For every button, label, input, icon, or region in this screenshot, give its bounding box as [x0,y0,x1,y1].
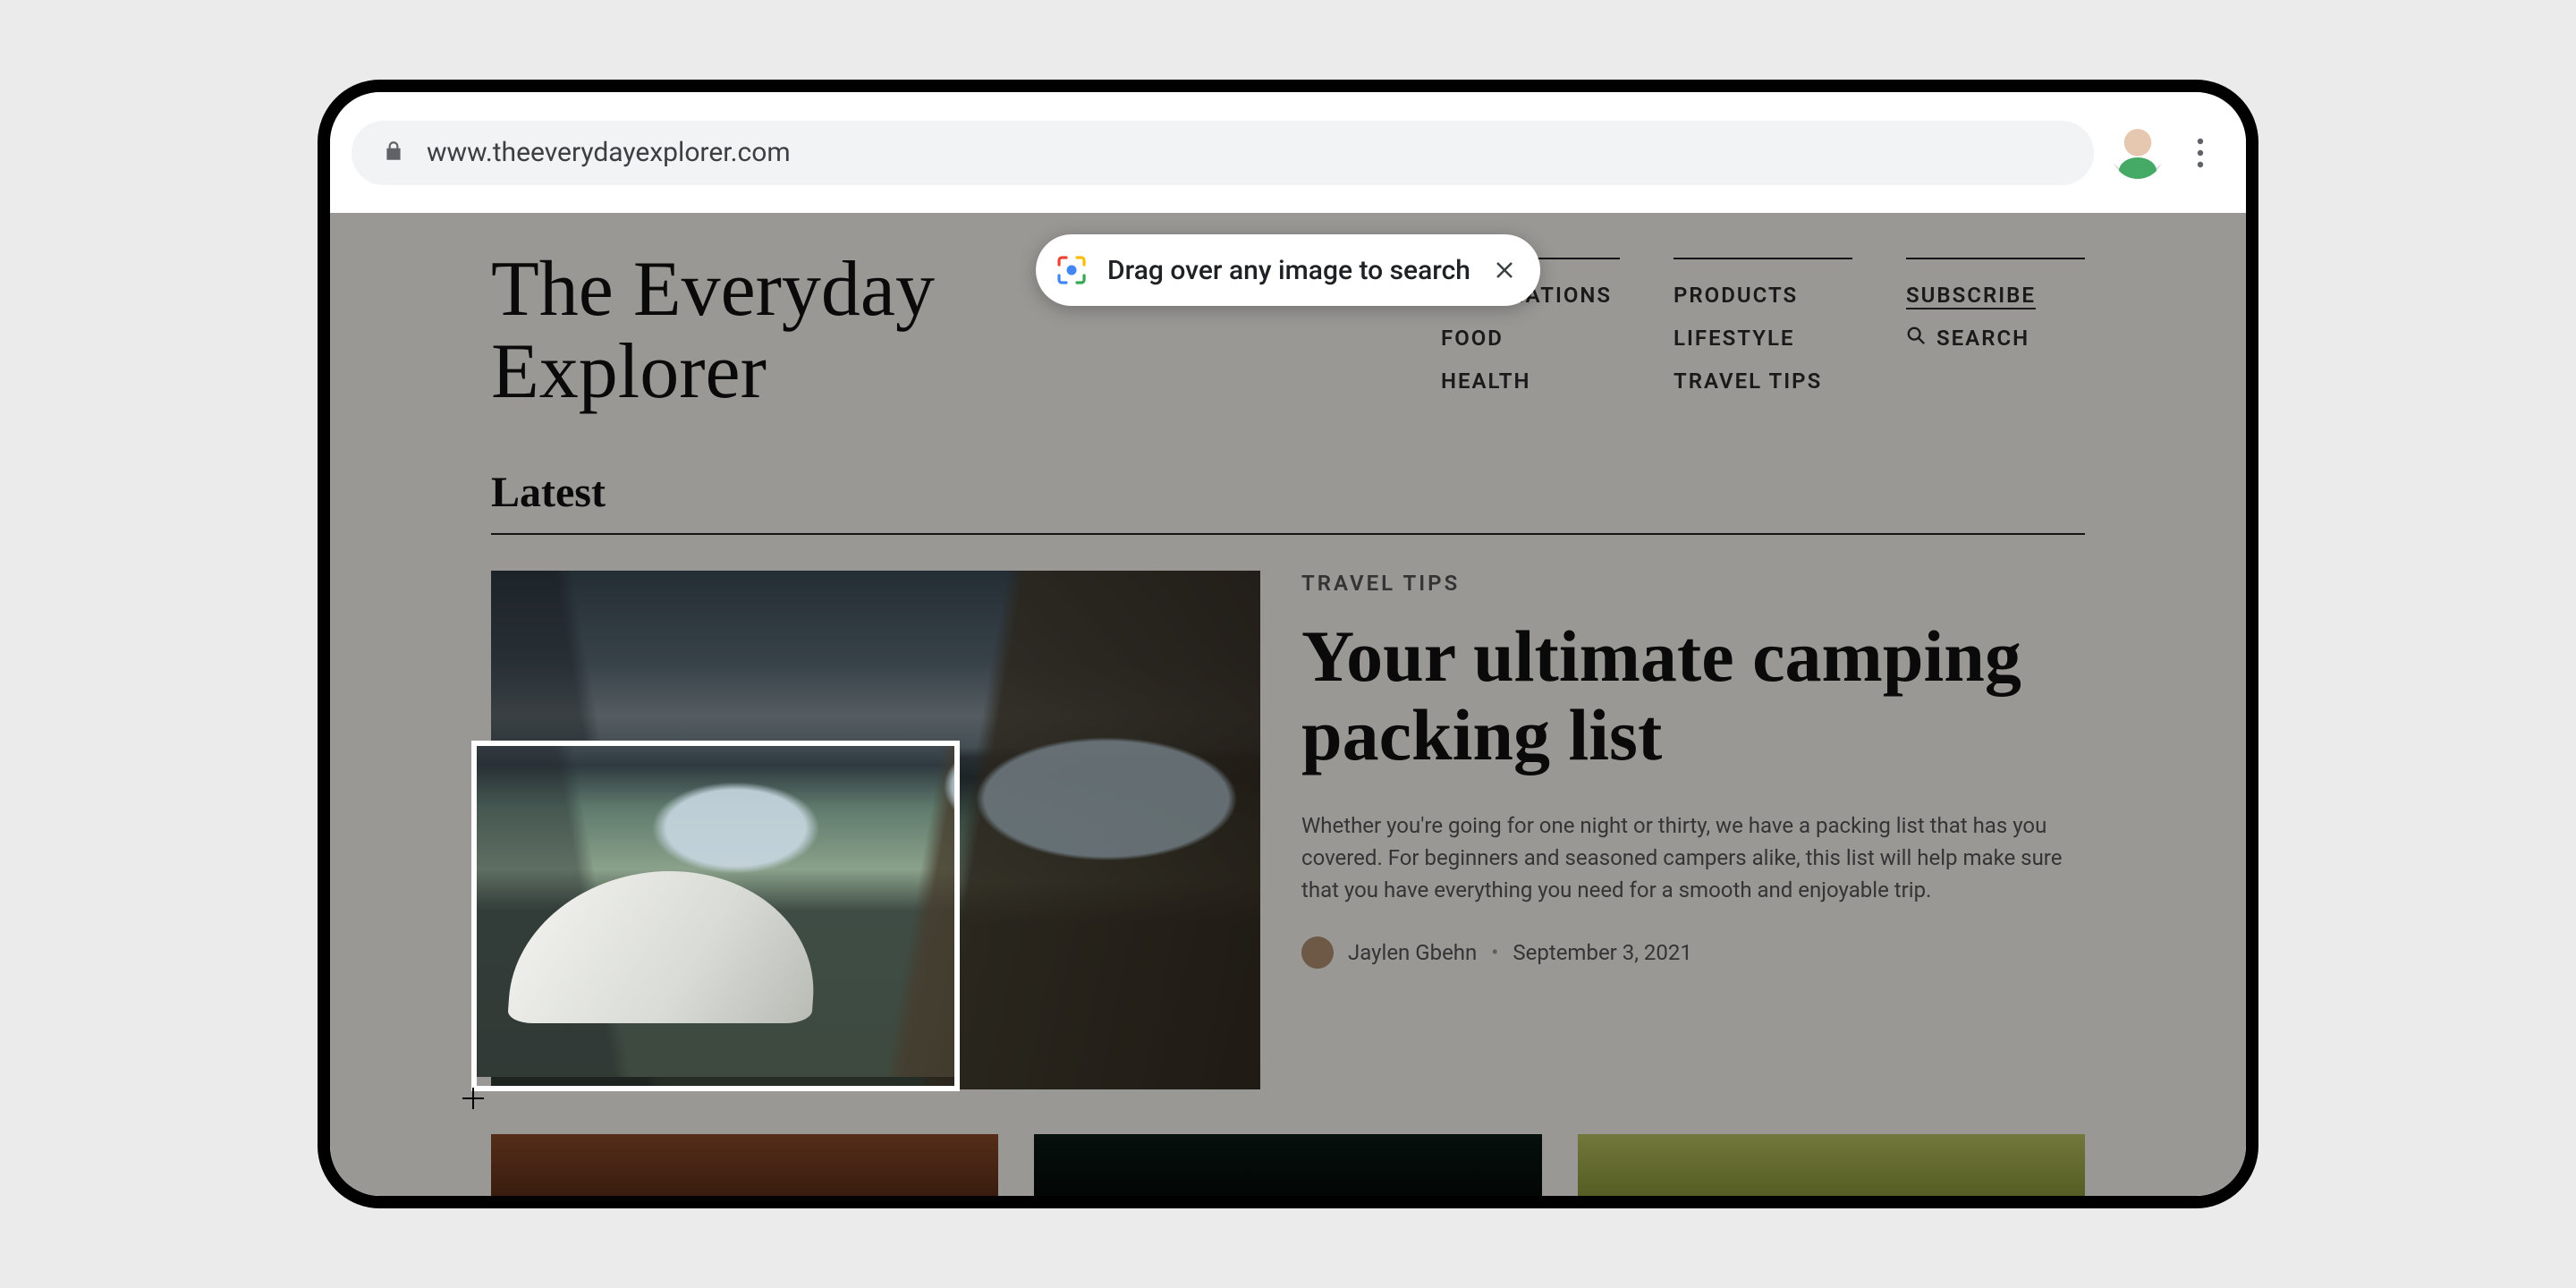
article-date: September 3, 2021 [1513,940,1691,965]
lens-tooltip: Drag over any image to search [1036,234,1540,306]
lens-tooltip-text: Drag over any image to search [1107,255,1470,286]
browser-window: www.theeverydayexplorer.com The Everyday… [318,80,2258,1208]
lens-tooltip-close[interactable] [1490,256,1519,284]
nav-search-label: SEARCH [1936,326,2029,351]
nav-health[interactable]: HEALTH [1441,360,1620,402]
article-hero-image[interactable] [491,571,1260,1089]
author-name[interactable]: Jaylen Gbehn [1348,940,1477,965]
section-latest-title: Latest [491,468,2085,517]
lock-icon [382,140,405,166]
featured-article: TRAVEL TIPS Your ultimate camping packin… [491,571,2085,1089]
article-excerpt: Whether you're going for one night or th… [1301,809,2085,906]
nav-column-3: SUBSCRIBE SEARCH [1906,258,2085,402]
article-title[interactable]: Your ultimate camping packing list [1301,617,2085,775]
nav-search[interactable]: SEARCH [1906,317,2085,360]
site-title-line1: The Everyday [491,246,935,333]
article-byline: Jaylen Gbehn • September 3, 2021 [1301,936,2085,969]
nav-column-2: PRODUCTS LIFESTYLE TRAVEL TIPS [1674,258,1852,402]
nav-products[interactable]: PRODUCTS [1674,274,1852,317]
article-thumbnails [491,1134,2085,1196]
url-text: www.theeverydayexplorer.com [427,137,791,168]
page-content: The Everyday Explorer DESTINATIONS FOOD … [330,213,2246,1196]
section-divider [491,533,2085,535]
nav-food[interactable]: FOOD [1441,317,1620,360]
browser-toolbar: www.theeverydayexplorer.com [330,92,2246,213]
lens-icon [1055,254,1088,286]
thumbnail-2[interactable] [1034,1134,1541,1196]
article-kicker[interactable]: TRAVEL TIPS [1301,571,2085,596]
author-avatar[interactable] [1301,936,1334,969]
nav-travel-tips[interactable]: TRAVEL TIPS [1674,360,1852,402]
nav-lifestyle[interactable]: LIFESTYLE [1674,317,1852,360]
more-menu-button[interactable] [2182,134,2219,172]
nav-subscribe[interactable]: SUBSCRIBE [1906,274,2085,317]
page-viewport: The Everyday Explorer DESTINATIONS FOOD … [330,213,2246,1196]
search-icon [1906,326,1926,351]
site-title: The Everyday Explorer [491,249,935,414]
article-body: TRAVEL TIPS Your ultimate camping packin… [1301,571,2085,1089]
thumbnail-1[interactable] [491,1134,998,1196]
byline-separator: • [1491,940,1498,965]
thumbnail-3[interactable] [1578,1134,2085,1196]
profile-avatar[interactable] [2112,127,2164,179]
address-bar[interactable]: www.theeverydayexplorer.com [352,121,2094,185]
site-title-line2: Explorer [491,328,767,415]
